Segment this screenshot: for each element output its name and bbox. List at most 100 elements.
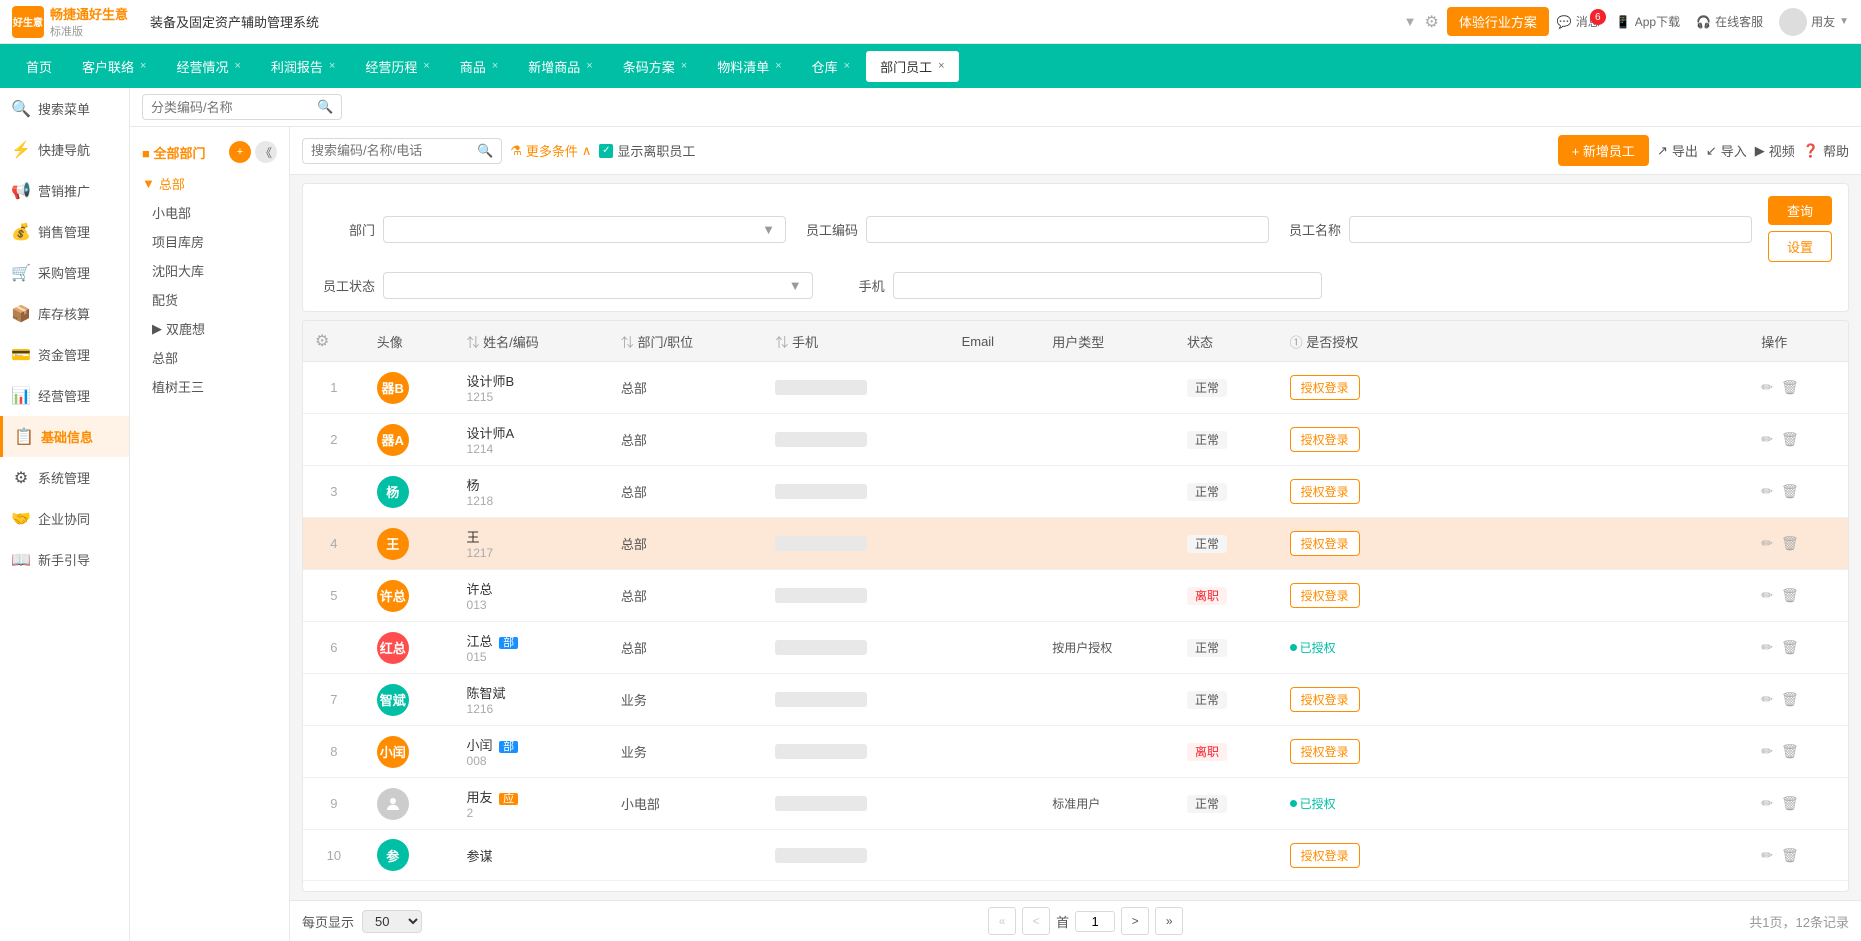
edit-icon[interactable]: ✏ <box>1761 795 1773 812</box>
user-menu[interactable]: 用友 ▼ <box>1779 8 1849 36</box>
delete-icon[interactable]: 🗑 <box>1781 587 1799 604</box>
tab-operation[interactable]: 经营情况 × <box>162 51 254 82</box>
app-download-button[interactable]: 📱 App下载 <box>1616 13 1680 30</box>
auth-login-button[interactable]: 授权登录 <box>1290 375 1360 400</box>
page-number-input[interactable] <box>1075 911 1115 932</box>
classify-search-icon[interactable]: 🔍 <box>317 99 333 115</box>
auth-login-button[interactable]: 授权登录 <box>1290 583 1360 608</box>
tab-barcode-close[interactable]: × <box>681 60 687 72</box>
tab-journey[interactable]: 经营历程 × <box>351 51 443 82</box>
tab-customer[interactable]: 客户联络 × <box>68 51 160 82</box>
tab-goods[interactable]: 商品 × <box>446 51 512 82</box>
dept-collapse-button[interactable]: 《 <box>255 141 277 163</box>
per-page-select[interactable]: 50 100 <box>362 910 422 933</box>
tab-material[interactable]: 物料清单 × <box>703 51 795 82</box>
sidebar-item-guide[interactable]: 📖 新手引导 <box>0 539 129 580</box>
dept-node-zongbu-parent[interactable]: ▼ 总部 <box>130 169 289 198</box>
delete-icon[interactable]: 🗑 <box>1781 639 1799 656</box>
help-button[interactable]: ❓ 帮助 <box>1803 141 1849 160</box>
auth-login-button[interactable]: 授权登录 <box>1290 531 1360 556</box>
first-page-button[interactable]: « <box>988 907 1016 935</box>
emp-name-input[interactable] <box>1349 216 1752 243</box>
edit-icon[interactable]: ✏ <box>1761 587 1773 604</box>
query-button[interactable]: 查询 <box>1768 196 1832 225</box>
tab-dept-staff-close[interactable]: × <box>938 60 944 72</box>
sidebar-item-basic[interactable]: 📋 基础信息 <box>0 416 129 457</box>
tab-dept-staff[interactable]: 部门员工 × <box>866 51 958 82</box>
sidebar-item-search[interactable]: 🔍 搜索菜单 <box>0 88 129 129</box>
tab-new-goods-close[interactable]: × <box>586 60 592 72</box>
prev-page-button[interactable]: < <box>1022 907 1050 935</box>
sidebar-item-collab[interactable]: 🤝 企业协同 <box>0 498 129 539</box>
tab-operation-close[interactable]: × <box>234 60 240 72</box>
tab-new-goods[interactable]: 新增商品 × <box>514 51 606 82</box>
tab-goods-close[interactable]: × <box>492 60 498 72</box>
emp-code-input[interactable] <box>866 216 1269 243</box>
delete-icon[interactable]: 🗑 <box>1781 691 1799 708</box>
tab-profit[interactable]: 利润报告 × <box>257 51 349 82</box>
tab-customer-close[interactable]: × <box>140 60 146 72</box>
dept-node-shenyang[interactable]: 沈阳大库 <box>130 256 289 285</box>
delete-icon[interactable]: 🗑 <box>1781 483 1799 500</box>
delete-icon[interactable]: 🗑 <box>1781 743 1799 760</box>
edit-icon[interactable]: ✏ <box>1761 379 1773 396</box>
auth-login-button[interactable]: 授权登录 <box>1290 739 1360 764</box>
tab-warehouse[interactable]: 仓库 × <box>798 51 864 82</box>
edit-icon[interactable]: ✏ <box>1761 743 1773 760</box>
next-page-button[interactable]: > <box>1121 907 1149 935</box>
edit-icon[interactable]: ✏ <box>1761 431 1773 448</box>
dept-node-zongbu[interactable]: 总部 <box>130 343 289 372</box>
last-page-button[interactable]: » <box>1155 907 1183 935</box>
edit-icon[interactable]: ✏ <box>1761 483 1773 500</box>
edit-icon[interactable]: ✏ <box>1761 691 1773 708</box>
delete-icon[interactable]: 🗑 <box>1781 379 1799 396</box>
delete-icon[interactable]: 🗑 <box>1781 795 1799 812</box>
auth-login-button[interactable]: 授权登录 <box>1290 843 1360 868</box>
dept-node-peihuo[interactable]: 配货 <box>130 285 289 314</box>
main-search-input[interactable] <box>311 143 471 158</box>
dept-add-button[interactable]: + <box>229 141 251 163</box>
video-button[interactable]: ▶ 视频 <box>1755 141 1795 160</box>
auth-login-button[interactable]: 授权登录 <box>1290 427 1360 452</box>
dropdown-arrow-icon[interactable]: ▼ <box>1404 14 1417 29</box>
classify-search-input[interactable] <box>151 100 311 115</box>
delete-icon[interactable]: 🗑 <box>1781 847 1799 864</box>
dept-select[interactable]: ▼ <box>383 216 786 243</box>
delete-icon[interactable]: 🗑 <box>1781 535 1799 552</box>
delete-icon[interactable]: 🗑 <box>1781 431 1799 448</box>
tab-home[interactable]: 首页 <box>12 51 66 82</box>
main-search-icon[interactable]: 🔍 <box>477 143 493 159</box>
dept-node-xiaodianzbu[interactable]: 小电部 <box>130 198 289 227</box>
auth-login-button[interactable]: 授权登录 <box>1290 479 1360 504</box>
sidebar-item-inventory[interactable]: 📦 库存核算 <box>0 293 129 334</box>
sidebar-item-business[interactable]: 📊 经营管理 <box>0 375 129 416</box>
dept-node-shuanglu[interactable]: ▶ 双鹿想 <box>130 314 289 343</box>
edit-icon[interactable]: ✏ <box>1761 847 1773 864</box>
tab-material-close[interactable]: × <box>775 60 781 72</box>
tab-profit-close[interactable]: × <box>329 60 335 72</box>
tab-journey-close[interactable]: × <box>423 60 429 72</box>
col-settings-icon[interactable]: ⚙ <box>315 333 329 350</box>
add-employee-button[interactable]: + 新增员工 <box>1558 135 1649 166</box>
sidebar-item-sales[interactable]: 💰 销售管理 <box>0 211 129 252</box>
edit-icon[interactable]: ✏ <box>1761 535 1773 552</box>
dept-node-project[interactable]: 项目库房 <box>130 227 289 256</box>
sidebar-item-finance[interactable]: 💳 资金管理 <box>0 334 129 375</box>
dept-node-zhishu[interactable]: 植树王三 <box>130 372 289 401</box>
emp-status-select[interactable]: ▼ <box>383 272 813 299</box>
online-service-button[interactable]: 🎧 在线客服 <box>1696 13 1763 30</box>
phone-input[interactable] <box>893 272 1323 299</box>
auth-login-button[interactable]: 授权登录 <box>1290 687 1360 712</box>
tab-barcode[interactable]: 条码方案 × <box>609 51 701 82</box>
edit-icon[interactable]: ✏ <box>1761 639 1773 656</box>
sidebar-item-purchase[interactable]: 🛒 采购管理 <box>0 252 129 293</box>
message-button[interactable]: 💬 消息 6 <box>1557 13 1600 30</box>
sidebar-item-quicknav[interactable]: ⚡ 快捷导航 <box>0 129 129 170</box>
tab-warehouse-close[interactable]: × <box>844 60 850 72</box>
export-button[interactable]: ↗ 导出 <box>1657 141 1698 160</box>
show-resigned-checkbox[interactable]: ✓ 显示离职员工 <box>599 141 695 160</box>
sidebar-item-marketing[interactable]: 📢 营销推广 <box>0 170 129 211</box>
reset-button[interactable]: 设置 <box>1768 231 1832 262</box>
import-button[interactable]: ↙ 导入 <box>1706 141 1747 160</box>
settings-icon[interactable]: ⚙ <box>1424 12 1438 32</box>
